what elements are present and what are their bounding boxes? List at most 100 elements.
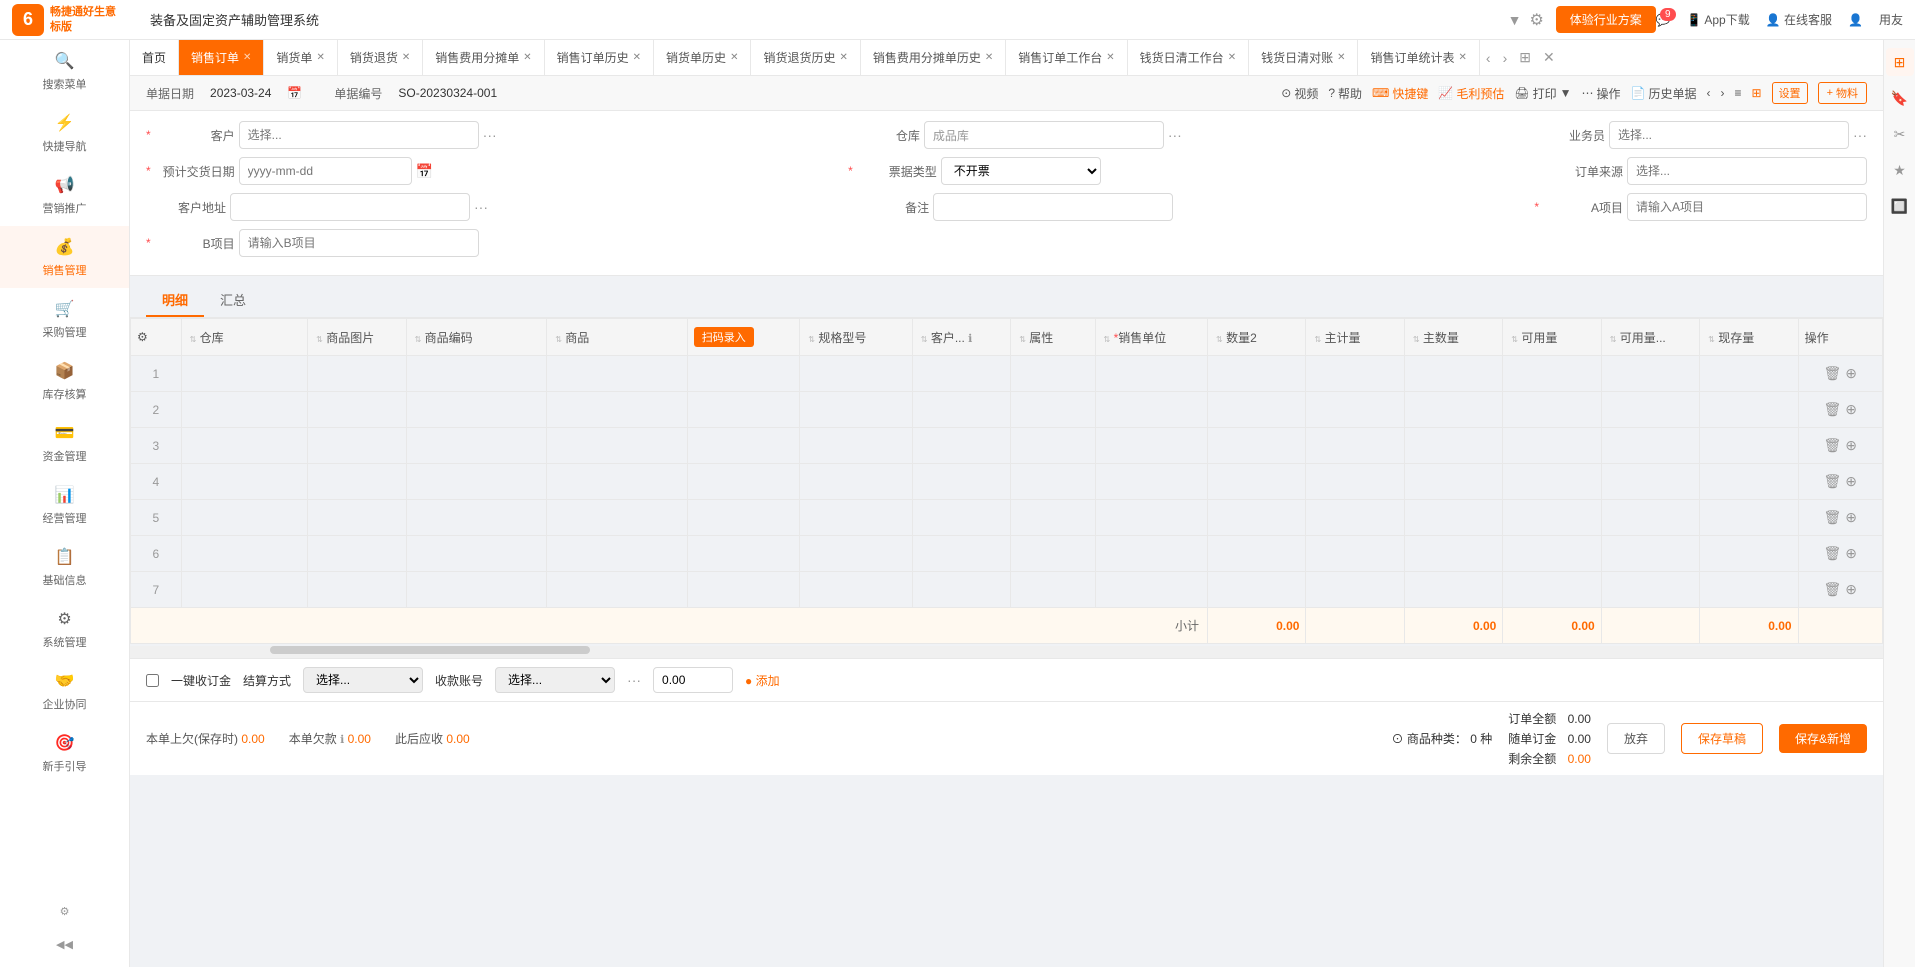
- list-view-icon[interactable]: ≡: [1734, 86, 1741, 100]
- col-qty2-header[interactable]: ⇅ 数量2: [1208, 319, 1306, 356]
- tab-close-icon[interactable]: ✕: [1337, 52, 1345, 63]
- quick-order-checkbox[interactable]: [146, 674, 159, 687]
- row-qty2-5[interactable]: [1208, 500, 1306, 536]
- sidebar-collapse-btn[interactable]: ◀◀: [0, 930, 129, 959]
- col-main-unit-header[interactable]: ⇅ 主计量: [1306, 319, 1404, 356]
- row-delete-2[interactable]: 🗑: [1824, 401, 1842, 418]
- tab-sales-order[interactable]: 销售订单 ✕: [179, 40, 264, 76]
- row-attr-5[interactable]: [1011, 500, 1095, 536]
- tab-daily-clear[interactable]: 钱货日清工作台 ✕: [1128, 40, 1249, 76]
- row-customer-1[interactable]: [912, 356, 1010, 392]
- right-panel-icon-1[interactable]: ⊞: [1886, 48, 1914, 76]
- row-delete-3[interactable]: 🗑: [1824, 437, 1842, 454]
- account-select[interactable]: 选择...: [495, 667, 615, 693]
- action-btn[interactable]: ⋯ 操作: [1582, 85, 1621, 102]
- help-btn[interactable]: ? 帮助: [1328, 85, 1362, 102]
- shortcut-btn[interactable]: ⌨ 快捷键: [1372, 85, 1428, 102]
- right-panel-icon-4[interactable]: ★: [1886, 156, 1914, 184]
- col-spec-header[interactable]: ⇅ 规格型号: [800, 319, 912, 356]
- row-customer-5[interactable]: [912, 500, 1010, 536]
- row-delete-1[interactable]: 🗑: [1824, 365, 1842, 382]
- row-spec-6[interactable]: [800, 536, 912, 572]
- warehouse-input[interactable]: [924, 121, 1164, 149]
- row-copy-6[interactable]: ⊕: [1845, 545, 1857, 562]
- profit-btn[interactable]: 📈 毛利预估: [1438, 85, 1504, 102]
- tab-workbench[interactable]: 销售订单工作台 ✕: [1006, 40, 1127, 76]
- row-warehouse-5[interactable]: [181, 500, 308, 536]
- tab-close-icon[interactable]: ✕: [523, 52, 531, 63]
- row-unit-3[interactable]: [1095, 428, 1207, 464]
- col-available2-header[interactable]: ⇅ 可用量...: [1601, 319, 1699, 356]
- order-source-input[interactable]: [1627, 157, 1867, 185]
- row-spec-2[interactable]: [800, 392, 912, 428]
- grid-view-icon[interactable]: ⊞: [1752, 86, 1762, 100]
- row-spec-4[interactable]: [800, 464, 912, 500]
- row-code-5[interactable]: [406, 500, 547, 536]
- row-copy-5[interactable]: ⊕: [1845, 509, 1857, 526]
- tab-home[interactable]: 首页: [130, 40, 179, 76]
- sidebar-settings-btn[interactable]: ⚙: [0, 897, 129, 926]
- row-copy-3[interactable]: ⊕: [1845, 437, 1857, 454]
- col-stock-header[interactable]: ⇅ 现存量: [1700, 319, 1798, 356]
- row-name-7[interactable]: [547, 572, 688, 608]
- project-a-input[interactable]: [1627, 193, 1867, 221]
- settings-gear-icon[interactable]: ⚙: [1529, 10, 1543, 30]
- row-warehouse-2[interactable]: [181, 392, 308, 428]
- col-customer-header[interactable]: ⇅ 客户... ℹ: [912, 319, 1010, 356]
- warehouse-dots-btn[interactable]: ···: [1168, 127, 1182, 143]
- sidebar-item-nav[interactable]: ⚡ 快捷导航: [0, 102, 129, 164]
- row-spec-7[interactable]: [800, 572, 912, 608]
- calendar-btn[interactable]: 📅: [416, 163, 433, 180]
- tab-close-icon[interactable]: ✕: [1228, 52, 1236, 63]
- row-copy-2[interactable]: ⊕: [1845, 401, 1857, 418]
- row-spec-1[interactable]: [800, 356, 912, 392]
- row-customer-6[interactable]: [912, 536, 1010, 572]
- row-attr-7[interactable]: [1011, 572, 1095, 608]
- table-scrollbar-thumb[interactable]: [270, 646, 590, 654]
- row-attr-1[interactable]: [1011, 356, 1095, 392]
- row-customer-7[interactable]: [912, 572, 1010, 608]
- tab-sales-bill-history[interactable]: 销货单历史 ✕: [654, 40, 751, 76]
- row-qty2-3[interactable]: [1208, 428, 1306, 464]
- system-expand-icon[interactable]: ▼: [1508, 12, 1522, 28]
- settlement-select[interactable]: 选择...: [303, 667, 423, 693]
- salesperson-dots-btn[interactable]: ···: [1853, 127, 1867, 143]
- delivery-date-input[interactable]: [239, 157, 412, 185]
- scan-btn[interactable]: 扫码录入: [694, 327, 754, 347]
- tab-return-history[interactable]: 销货退货历史 ✕: [751, 40, 860, 76]
- app-download-link[interactable]: 📱 App下载: [1687, 11, 1750, 28]
- row-qty2-6[interactable]: [1208, 536, 1306, 572]
- row-copy-4[interactable]: ⊕: [1845, 473, 1857, 490]
- view-btn[interactable]: ⊙ 视频: [1281, 85, 1318, 102]
- online-service-link[interactable]: 👤 在线客服: [1766, 11, 1832, 28]
- tab-stats[interactable]: 销售订单统计表 ✕: [1358, 40, 1479, 76]
- row-warehouse-4[interactable]: [181, 464, 308, 500]
- tab-prev-btn[interactable]: ‹: [1480, 50, 1497, 66]
- row-name-5[interactable]: [547, 500, 688, 536]
- row-warehouse-1[interactable]: [181, 356, 308, 392]
- row-warehouse-3[interactable]: [181, 428, 308, 464]
- row-qty2-7[interactable]: [1208, 572, 1306, 608]
- row-main-qty-6[interactable]: [1404, 536, 1502, 572]
- row-main-qty-7[interactable]: [1404, 572, 1502, 608]
- project-b-input[interactable]: [239, 229, 479, 257]
- row-code-6[interactable]: [406, 536, 547, 572]
- calendar-icon[interactable]: 📅: [287, 86, 302, 100]
- row-warehouse-7[interactable]: [181, 572, 308, 608]
- tab-next-btn[interactable]: ›: [1497, 50, 1514, 66]
- tab-sales-return[interactable]: 销货退货 ✕: [338, 40, 423, 76]
- row-main-qty-5[interactable]: [1404, 500, 1502, 536]
- col-image-header[interactable]: ⇅ 商品图片: [308, 319, 406, 356]
- col-available-header[interactable]: ⇅ 可用量: [1503, 319, 1601, 356]
- tab-menu-btn[interactable]: ⊞: [1513, 49, 1537, 66]
- row-unit-6[interactable]: [1095, 536, 1207, 572]
- tab-sales-history[interactable]: 销售订单历史 ✕: [545, 40, 654, 76]
- tab-fee-history[interactable]: 销售费用分摊单历史 ✕: [861, 40, 1006, 76]
- row-delete-7[interactable]: 🗑: [1824, 581, 1842, 598]
- sidebar-item-sales[interactable]: 💰 销售管理: [0, 226, 129, 288]
- row-main-qty-1[interactable]: [1404, 356, 1502, 392]
- history-btn[interactable]: 📄 历史单据: [1631, 85, 1697, 102]
- sidebar-item-guide[interactable]: 🎯 新手引导: [0, 722, 129, 784]
- sub-tab-summary[interactable]: 汇总: [204, 284, 262, 317]
- sidebar-item-system[interactable]: ⚙ 系统管理: [0, 598, 129, 660]
